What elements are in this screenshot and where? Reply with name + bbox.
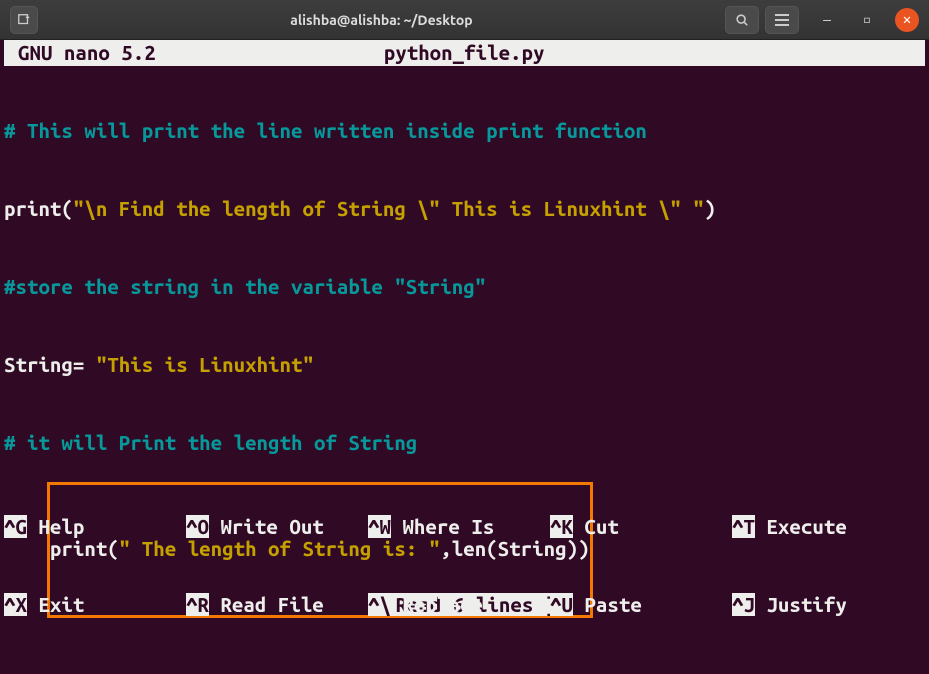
shortcut-key: ^R (186, 593, 209, 616)
shortcut-label: Justify (766, 593, 846, 616)
shortcut-label: Write Out (220, 515, 323, 538)
nano-header: GNU nano 5.2 python_file.py (4, 40, 925, 66)
shortcut-key: ^O (186, 515, 209, 538)
search-button[interactable] (725, 6, 759, 34)
shortcut-label: Read File (220, 593, 323, 616)
shortcut-label: Paste (584, 593, 641, 616)
maximize-button[interactable]: ▫ (855, 8, 879, 32)
shortcut-key: ^\ (368, 593, 391, 616)
code-comment: # This will print the line written insid… (4, 119, 647, 142)
close-button[interactable]: ✕ (895, 8, 919, 32)
shortcut-label: Replace (402, 593, 482, 616)
shortcut-label: Help (38, 515, 84, 538)
shortcut-key: ^X (4, 593, 27, 616)
code-comment: #store the string in the variable "Strin… (4, 275, 486, 298)
shortcut-key: ^U (550, 593, 573, 616)
shortcut-label: Exit (38, 593, 84, 616)
shortcut-key: ^G (4, 515, 27, 538)
code-text: print( (4, 197, 73, 220)
code-comment: # it will Print the length of String (4, 431, 417, 454)
code-string: "This is Linuxhint" (96, 353, 314, 376)
code-text: String= (4, 353, 96, 376)
shortcut-key: ^W (368, 515, 391, 538)
code-string: "\n Find the length of String \" This is… (73, 197, 704, 220)
shortcut-key: ^J (732, 593, 755, 616)
terminal[interactable]: GNU nano 5.2 python_file.py # This will … (4, 40, 925, 670)
code-text: ) (704, 197, 715, 220)
shortcut-row: ^G Help ^O Write Out ^W Where Is ^K Cut … (4, 514, 925, 540)
shortcut-row: ^X Exit ^R Read File ^\ Replace ^U Paste… (4, 592, 925, 618)
window-titlebar: alishba@alishba: ~/Desktop — ▫ ✕ (0, 0, 929, 40)
nano-shortcuts: ^G Help ^O Write Out ^W Where Is ^K Cut … (4, 462, 925, 670)
shortcut-label: Where Is (402, 515, 494, 538)
hamburger-icon (775, 14, 789, 26)
shortcut-key: ^K (550, 515, 573, 538)
minimize-button[interactable]: — (815, 8, 839, 32)
window-title: alishba@alishba: ~/Desktop (38, 12, 725, 28)
new-tab-button[interactable] (10, 6, 38, 34)
nano-app-name: GNU nano 5.2 (18, 40, 156, 66)
shortcut-label: Execute (766, 515, 846, 538)
shortcut-label: Cut (584, 515, 618, 538)
menu-button[interactable] (765, 6, 799, 34)
nano-filename: python_file.py (384, 40, 545, 66)
shortcut-key: ^T (732, 515, 755, 538)
